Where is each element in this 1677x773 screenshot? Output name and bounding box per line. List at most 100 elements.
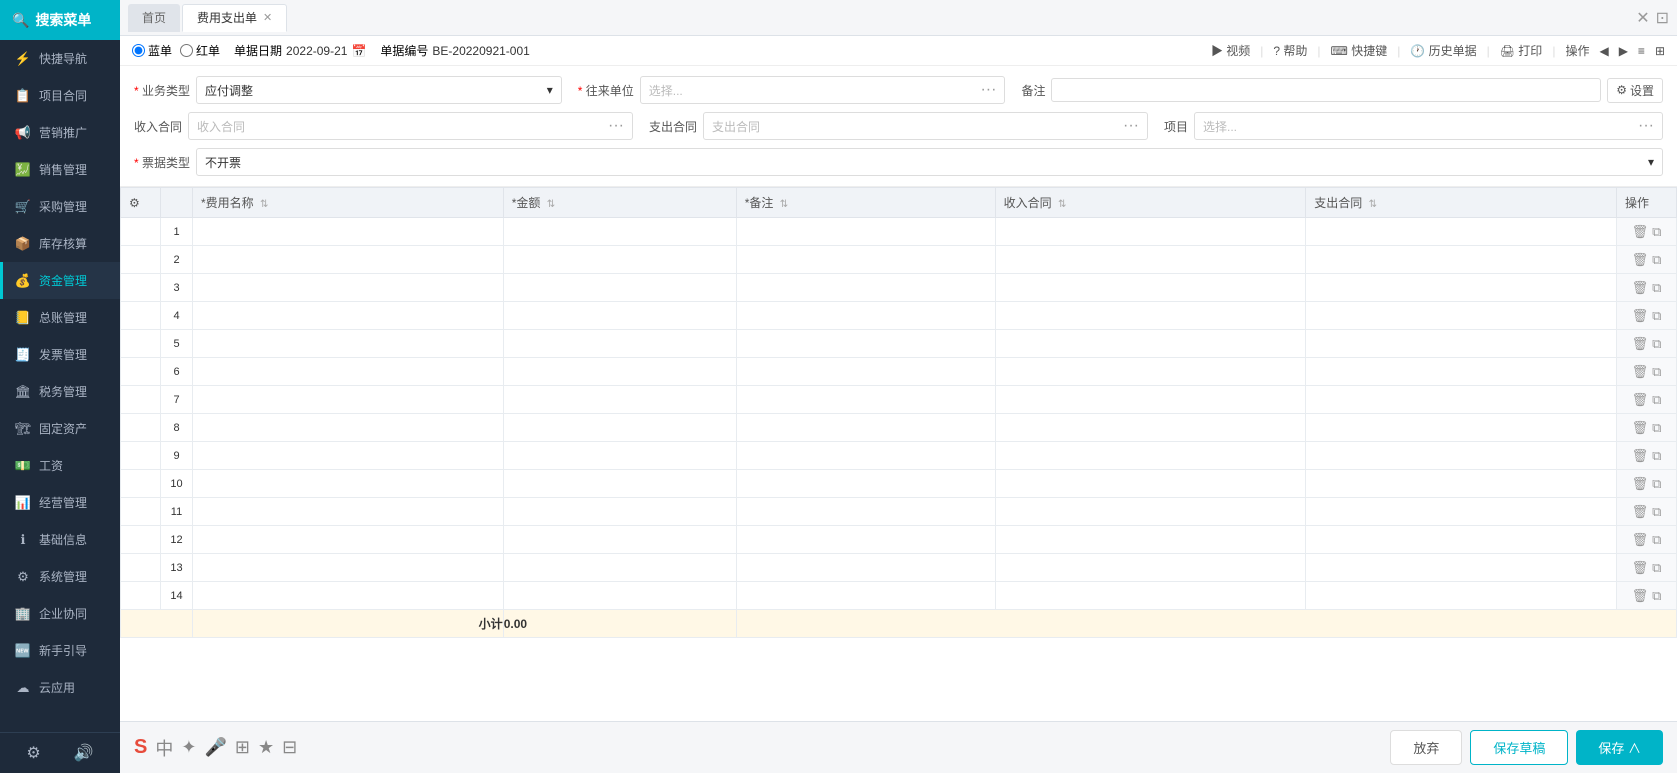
row-income-3[interactable]: [995, 274, 1306, 302]
row-delete-icon-13[interactable]: 🗑: [1632, 560, 1649, 576]
row-expense-13[interactable]: [1306, 554, 1617, 582]
row-income-13[interactable]: [995, 554, 1306, 582]
row-checkbox-11[interactable]: [121, 498, 161, 526]
tab-expense[interactable]: 费用支出单 ✕: [182, 4, 287, 32]
row-expense-11[interactable]: [1306, 498, 1617, 526]
tab-home[interactable]: 首页: [128, 4, 180, 32]
print-btn[interactable]: 🖨 打印: [1500, 42, 1543, 59]
sidebar-item-quick-nav[interactable]: ⚡ 快捷导航: [0, 40, 120, 77]
partner-select[interactable]: 选择... ···: [640, 76, 1006, 104]
volume-icon[interactable]: 🔊: [74, 743, 94, 763]
row-copy-icon-13[interactable]: ⧉: [1652, 560, 1661, 576]
col-name-header[interactable]: *费用名称 ⇅: [193, 188, 504, 218]
row-checkbox-2[interactable]: [121, 246, 161, 274]
sidebar-item-basic-info[interactable]: ℹ 基础信息: [0, 521, 120, 558]
row-amount-10[interactable]: [503, 470, 736, 498]
row-expense-9[interactable]: [1306, 442, 1617, 470]
col-amount-header[interactable]: *金额 ⇅: [503, 188, 736, 218]
row-note-9[interactable]: [736, 442, 995, 470]
row-delete-icon-14[interactable]: 🗑: [1632, 588, 1649, 604]
window-resize-icon[interactable]: ⊡: [1656, 8, 1669, 28]
brand-mic-icon[interactable]: 🎤: [204, 737, 226, 758]
row-delete-icon-8[interactable]: 🗑: [1632, 420, 1649, 436]
row-note-5[interactable]: [736, 330, 995, 358]
row-note-13[interactable]: [736, 554, 995, 582]
row-note-11[interactable]: [736, 498, 995, 526]
row-amount-7[interactable]: [503, 386, 736, 414]
row-note-12[interactable]: [736, 526, 995, 554]
row-copy-icon-3[interactable]: ⧉: [1652, 280, 1661, 296]
col-note-header[interactable]: *备注 ⇅: [736, 188, 995, 218]
row-amount-6[interactable]: [503, 358, 736, 386]
row-delete-icon-12[interactable]: 🗑: [1632, 532, 1649, 548]
row-name-4[interactable]: [193, 302, 504, 330]
income-contract-select[interactable]: 收入合同 ···: [188, 112, 633, 140]
row-checkbox-4[interactable]: [121, 302, 161, 330]
row-amount-8[interactable]: [503, 414, 736, 442]
row-income-12[interactable]: [995, 526, 1306, 554]
row-expense-1[interactable]: [1306, 218, 1617, 246]
row-expense-3[interactable]: [1306, 274, 1617, 302]
col-settings-header[interactable]: ⚙: [121, 188, 161, 218]
row-delete-icon-7[interactable]: 🗑: [1632, 392, 1649, 408]
help-btn[interactable]: ? 帮助: [1273, 42, 1307, 59]
row-copy-icon-2[interactable]: ⧉: [1652, 252, 1661, 268]
view-grid-btn[interactable]: ⊞: [1655, 44, 1665, 58]
row-name-9[interactable]: [193, 442, 504, 470]
bill-type-select[interactable]: 不开票 ▾: [196, 148, 1663, 176]
row-expense-12[interactable]: [1306, 526, 1617, 554]
row-name-6[interactable]: [193, 358, 504, 386]
row-checkbox-13[interactable]: [121, 554, 161, 582]
operation-btn[interactable]: 操作: [1565, 42, 1589, 59]
row-checkbox-5[interactable]: [121, 330, 161, 358]
row-income-14[interactable]: [995, 582, 1306, 610]
row-amount-12[interactable]: [503, 526, 736, 554]
row-amount-13[interactable]: [503, 554, 736, 582]
date-value[interactable]: 2022-09-21: [286, 44, 347, 58]
row-copy-icon-12[interactable]: ⧉: [1652, 532, 1661, 548]
brand-table-icon[interactable]: ⊟: [282, 737, 297, 758]
row-amount-2[interactable]: [503, 246, 736, 274]
shortcut-btn[interactable]: ⌨ 快捷键: [1331, 42, 1388, 59]
income-dots-icon[interactable]: ···: [608, 117, 624, 135]
brand-grid-icon[interactable]: ⊞: [235, 737, 250, 758]
doc-no-value[interactable]: BE-20220921-001: [432, 44, 529, 58]
remark-input[interactable]: [1051, 78, 1601, 102]
row-copy-icon-8[interactable]: ⧉: [1652, 420, 1661, 436]
sidebar-item-cloud-apps[interactable]: ☁ 云应用: [0, 669, 120, 706]
row-amount-11[interactable]: [503, 498, 736, 526]
sidebar-item-inventory[interactable]: 📦 库存核算: [0, 225, 120, 262]
row-expense-2[interactable]: [1306, 246, 1617, 274]
row-name-2[interactable]: [193, 246, 504, 274]
row-name-10[interactable]: [193, 470, 504, 498]
row-checkbox-12[interactable]: [121, 526, 161, 554]
row-note-2[interactable]: [736, 246, 995, 274]
save-draft-button[interactable]: 保存草稿: [1470, 730, 1568, 765]
tab-close-icon[interactable]: ✕: [263, 11, 272, 24]
project-dots-icon[interactable]: ···: [1638, 117, 1654, 135]
row-income-7[interactable]: [995, 386, 1306, 414]
sidebar-item-marketing[interactable]: 📢 营销推广: [0, 114, 120, 151]
row-note-10[interactable]: [736, 470, 995, 498]
window-close-icon[interactable]: ✕: [1636, 8, 1649, 28]
row-income-5[interactable]: [995, 330, 1306, 358]
sidebar-item-ledger[interactable]: 📒 总账管理: [0, 299, 120, 336]
row-name-11[interactable]: [193, 498, 504, 526]
brand-zhong-icon[interactable]: 中: [155, 735, 173, 761]
brand-star-icon[interactable]: ★: [258, 737, 274, 758]
sidebar-item-salary[interactable]: 💵 工资: [0, 447, 120, 484]
row-name-14[interactable]: [193, 582, 504, 610]
video-btn[interactable]: ▶ 视频: [1211, 42, 1250, 59]
history-btn[interactable]: 🕐 历史单据: [1410, 42, 1476, 59]
sidebar-item-enterprise[interactable]: 🏢 企业协同: [0, 595, 120, 632]
row-note-8[interactable]: [736, 414, 995, 442]
view-list-btn[interactable]: ≡: [1638, 44, 1645, 58]
row-copy-icon-14[interactable]: ⧉: [1652, 588, 1661, 604]
save-button[interactable]: 保存 ∧: [1576, 730, 1663, 765]
row-amount-4[interactable]: [503, 302, 736, 330]
row-expense-4[interactable]: [1306, 302, 1617, 330]
row-delete-icon-10[interactable]: 🗑: [1632, 476, 1649, 492]
row-delete-icon-6[interactable]: 🗑: [1632, 364, 1649, 380]
row-expense-8[interactable]: [1306, 414, 1617, 442]
row-note-3[interactable]: [736, 274, 995, 302]
